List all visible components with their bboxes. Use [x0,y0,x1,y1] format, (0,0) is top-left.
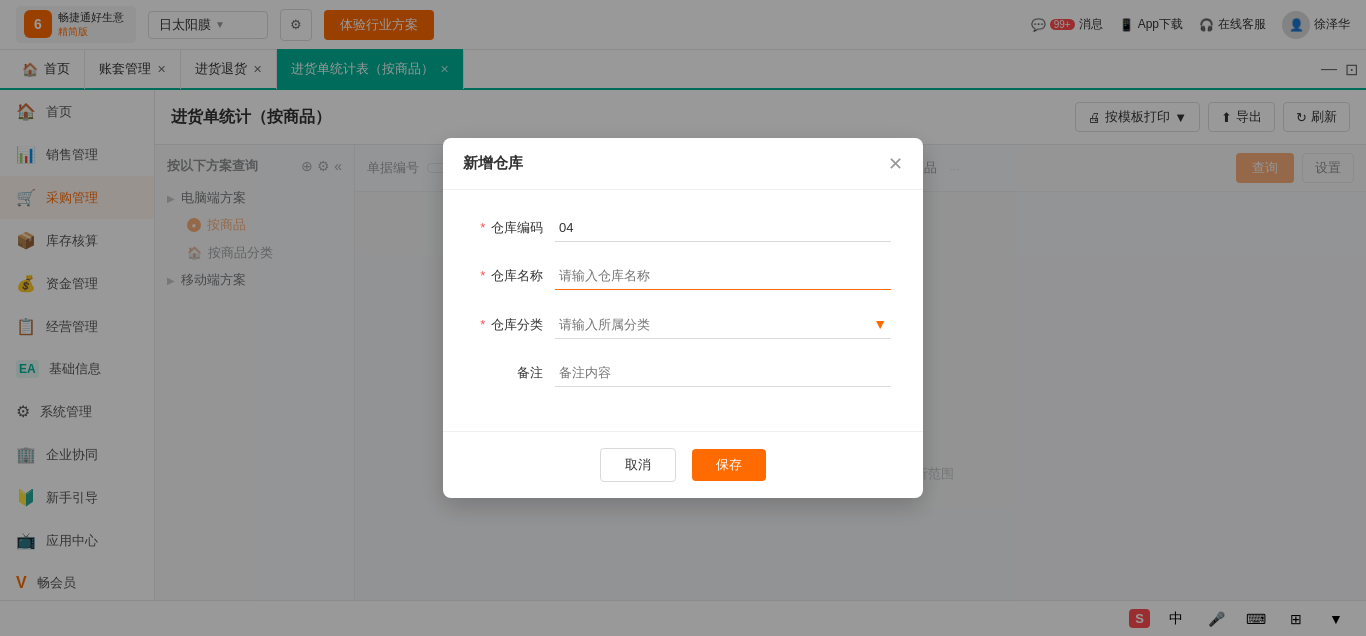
category-label: * 仓库分类 [475,316,555,334]
required-star: * [480,220,485,235]
code-label: * 仓库编码 [475,219,555,237]
required-star-3: * [480,317,485,332]
name-label: * 仓库名称 [475,267,555,285]
form-row-code: * 仓库编码 [475,214,891,242]
required-star-2: * [480,268,485,283]
dialog-header: 新增仓库 ✕ [443,138,923,190]
save-button[interactable]: 保存 [692,449,766,481]
form-row-name: * 仓库名称 [475,262,891,290]
dialog-body: * 仓库编码 * 仓库名称 * 仓库分类 [443,190,923,431]
form-row-category: * 仓库分类 ▼ [475,310,891,339]
category-select[interactable]: ▼ [555,310,891,339]
note-input[interactable] [555,359,891,387]
category-input[interactable] [559,317,873,332]
cancel-button[interactable]: 取消 [600,448,676,482]
note-label: 备注 [475,364,555,382]
form-row-note: 备注 [475,359,891,387]
dialog-close-button[interactable]: ✕ [888,155,903,173]
code-input[interactable] [555,214,891,242]
select-arrow-icon: ▼ [873,316,887,332]
dialog-title: 新增仓库 [463,154,523,173]
dialog-footer: 取消 保存 [443,431,923,498]
dialog-overlay: 新增仓库 ✕ * 仓库编码 * 仓库名称 [0,0,1366,636]
new-warehouse-dialog: 新增仓库 ✕ * 仓库编码 * 仓库名称 [443,138,923,498]
name-input[interactable] [555,262,891,290]
